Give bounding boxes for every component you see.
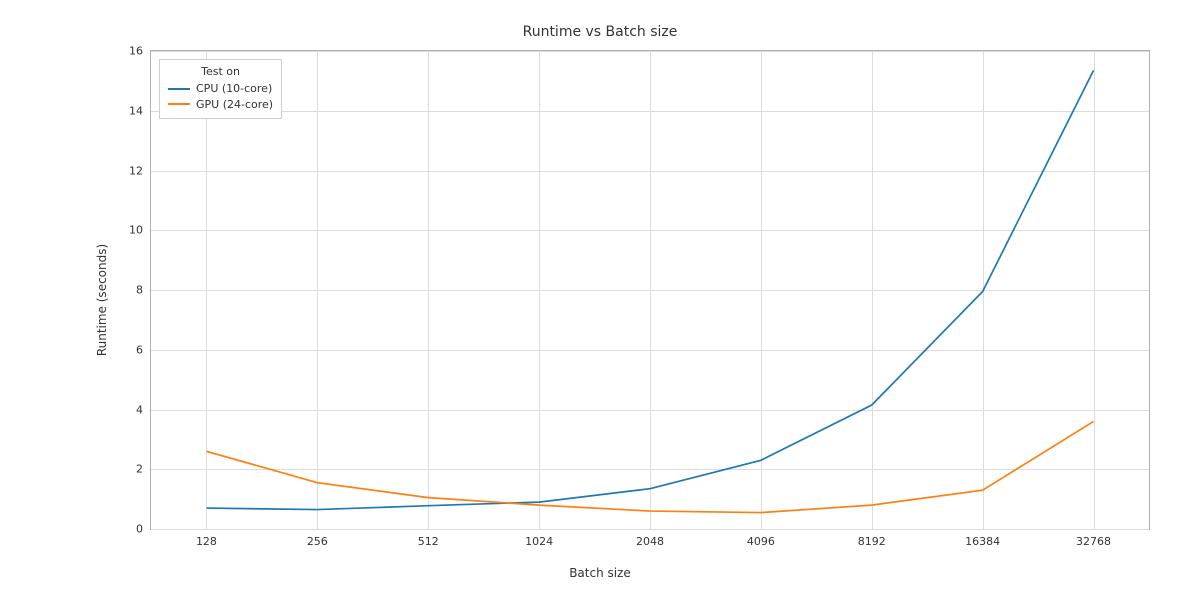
x-axis-label: Batch size bbox=[0, 566, 1200, 580]
legend-entry-gpu: GPU (24-core) bbox=[168, 97, 273, 112]
y-tick-label: 2 bbox=[136, 463, 143, 476]
legend-swatch bbox=[168, 103, 190, 105]
x-tick-label: 32768 bbox=[1076, 535, 1111, 548]
y-tick-label: 16 bbox=[129, 45, 143, 58]
y-tick-label: 6 bbox=[136, 343, 143, 356]
y-tick-label: 0 bbox=[136, 523, 143, 536]
x-tick-label: 128 bbox=[196, 535, 217, 548]
x-tick-label: 256 bbox=[307, 535, 328, 548]
x-tick-label: 16384 bbox=[965, 535, 1000, 548]
legend-title: Test on bbox=[168, 64, 273, 79]
series-line-cpu bbox=[206, 70, 1093, 509]
series-layer bbox=[151, 51, 1149, 529]
y-tick-label: 10 bbox=[129, 224, 143, 237]
gridline-h bbox=[151, 529, 1149, 530]
y-tick-label: 8 bbox=[136, 284, 143, 297]
x-tick-label: 2048 bbox=[636, 535, 664, 548]
chart-title: Runtime vs Batch size bbox=[0, 24, 1200, 40]
series-line-gpu bbox=[206, 421, 1093, 512]
y-tick-label: 14 bbox=[129, 104, 143, 117]
legend-entry-cpu: CPU (10-core) bbox=[168, 81, 273, 96]
x-tick-label: 4096 bbox=[747, 535, 775, 548]
x-tick-label: 1024 bbox=[525, 535, 553, 548]
legend-swatch bbox=[168, 88, 190, 90]
y-tick-label: 12 bbox=[129, 164, 143, 177]
chart-figure: Runtime vs Batch size Runtime (seconds) … bbox=[0, 0, 1200, 600]
y-tick-label: 4 bbox=[136, 403, 143, 416]
legend-label: GPU (24-core) bbox=[196, 97, 273, 112]
x-tick-label: 8192 bbox=[858, 535, 886, 548]
legend: Test on CPU (10-core) GPU (24-core) bbox=[159, 59, 282, 119]
y-axis-label: Runtime (seconds) bbox=[92, 0, 112, 600]
legend-label: CPU (10-core) bbox=[196, 81, 272, 96]
x-tick-label: 512 bbox=[418, 535, 439, 548]
plot-area: 128 256 512 1024 2048 4096 8192 16384 32… bbox=[150, 50, 1150, 530]
